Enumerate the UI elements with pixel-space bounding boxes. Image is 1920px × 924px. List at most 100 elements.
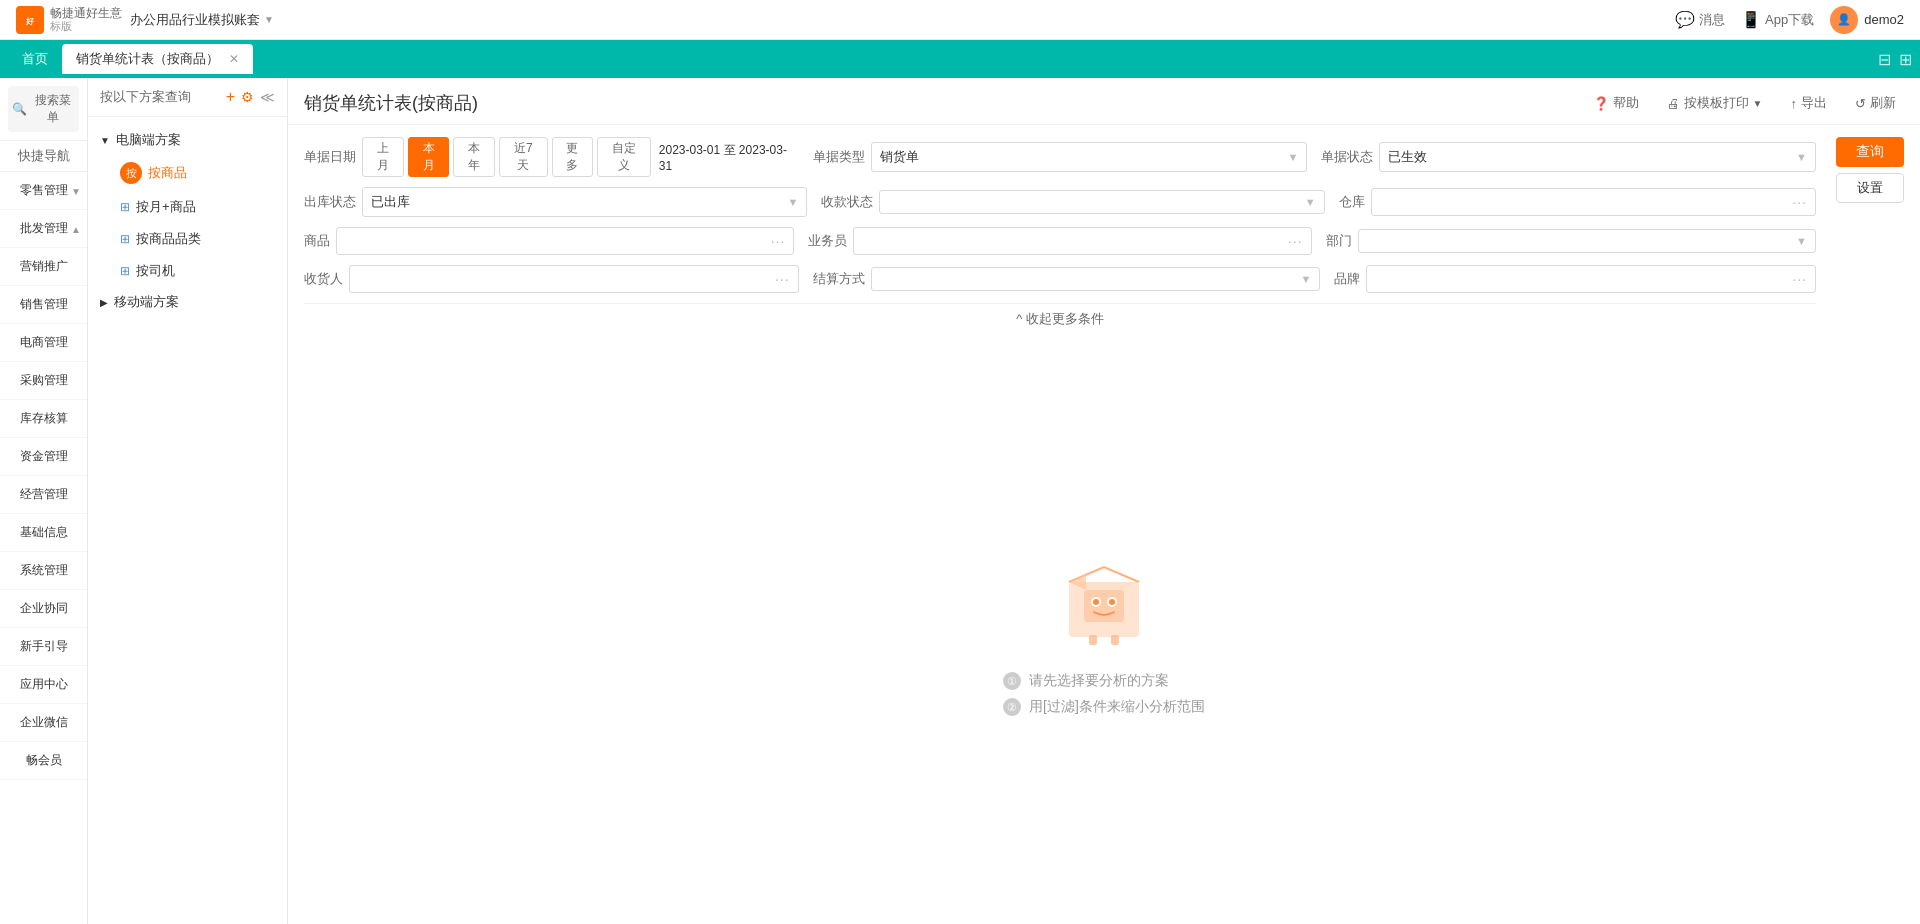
- sidebar-item-enterprise[interactable]: 企业协同: [0, 590, 87, 628]
- out-chevron-icon: ▼: [787, 196, 798, 208]
- add-scheme-button[interactable]: +: [226, 88, 235, 106]
- dept-label: 部门: [1326, 232, 1352, 250]
- empty-tips: ① 请先选择要分析的方案 ② 用[过滤]条件来缩小分析范围: [1003, 672, 1205, 724]
- tip-num-2: ②: [1003, 698, 1021, 716]
- filter-row-1: 单据日期 上月 本月 本年 近7天 更多 自定义 2023-03-01 至 20…: [304, 137, 1816, 177]
- chevron-down-icon: ▼: [100, 135, 110, 146]
- empty-tip-2: ② 用[过滤]条件来缩小分析范围: [1003, 698, 1205, 716]
- tab-bar: 首页 销货单统计表（按商品） ✕ ⊟ ⊞: [0, 40, 1920, 78]
- staff-label: 业务员: [808, 232, 847, 250]
- sidebar-item-sales[interactable]: 销售管理: [0, 286, 87, 324]
- filter-item-by-month-product[interactable]: ⊞ 按月+商品: [88, 191, 287, 223]
- sidebar-item-apps[interactable]: 应用中心: [0, 666, 87, 704]
- type-select[interactable]: 销货单 ▼: [871, 142, 1308, 172]
- btn-custom[interactable]: 自定义: [597, 137, 651, 177]
- status-select[interactable]: 已生效 ▼: [1379, 142, 1816, 172]
- tab-expand-icon[interactable]: ⊞: [1899, 50, 1912, 69]
- grid-icon: ⊞: [120, 200, 130, 214]
- receipt-status-select[interactable]: ▼: [879, 190, 1324, 214]
- help-button[interactable]: ❓ 帮助: [1585, 90, 1647, 116]
- sidebar-item-retail[interactable]: 零售管理 ▼: [0, 172, 87, 210]
- chevron-up-icon: ▲: [71, 223, 81, 234]
- filter-item-by-product[interactable]: 按 按商品: [88, 155, 287, 191]
- sidebar-item-ecommerce[interactable]: 电商管理: [0, 324, 87, 362]
- tab-minimize-icon[interactable]: ⊟: [1878, 50, 1891, 69]
- sidebar-item-wholesale[interactable]: 批发管理 ▲: [0, 210, 87, 248]
- sidebar-item-guide[interactable]: 新手引导: [0, 628, 87, 666]
- dept-select[interactable]: ▼: [1358, 229, 1816, 253]
- workspace-selector[interactable]: 办公用品行业模拟账套 ▼: [130, 11, 274, 29]
- filter-row-3: 商品 ··· 业务员 ··· 部门 ▼: [304, 227, 1816, 255]
- btn-this-year[interactable]: 本年: [453, 137, 495, 177]
- refresh-button[interactable]: ↺ 刷新: [1847, 90, 1904, 116]
- empty-illustration: [1044, 532, 1164, 652]
- svg-point-7: [1109, 599, 1115, 605]
- tab-home[interactable]: 首页: [8, 44, 62, 74]
- sidebar-item-system[interactable]: 系统管理: [0, 552, 87, 590]
- logo-icon: 好: [16, 6, 44, 34]
- filter-scheme-list: ▼ 电脑端方案 按 按商品 ⊞ 按月+商品 ⊞ 按商品品类 ⊞: [88, 117, 287, 325]
- top-header: 好 畅捷通好生意 标版 办公用品行业模拟账套 ▼ 💬 消息 📱 App下载 👤 …: [0, 0, 1920, 40]
- chevron-down-icon: ▼: [264, 14, 274, 25]
- goods-input[interactable]: ···: [336, 227, 794, 255]
- sidebar-item-purchase[interactable]: 采购管理: [0, 362, 87, 400]
- collapse-panel-button[interactable]: ≪: [260, 89, 275, 105]
- empty-tip-1: ① 请先选择要分析的方案: [1003, 672, 1205, 690]
- export-button[interactable]: ↑ 导出: [1783, 90, 1836, 116]
- print-template-button[interactable]: 🖨 按模板打印 ▼: [1659, 90, 1771, 116]
- filter-category-pc[interactable]: ▼ 电脑端方案: [88, 125, 287, 155]
- sidebar-item-wechat[interactable]: 企业微信: [0, 704, 87, 742]
- date-control: 上月 本月 本年 近7天 更多 自定义 2023-03-01 至 2023-03…: [362, 137, 799, 177]
- sidebar-item-operations[interactable]: 经营管理: [0, 476, 87, 514]
- filter-item-by-driver[interactable]: ⊞ 按司机: [88, 255, 287, 287]
- svg-point-6: [1093, 599, 1099, 605]
- app-download-action[interactable]: 📱 App下载: [1741, 10, 1814, 29]
- staff-dots-icon: ···: [1288, 233, 1303, 249]
- sidebar-item-basic[interactable]: 基础信息: [0, 514, 87, 552]
- refresh-icon: ↺: [1855, 96, 1866, 111]
- btn-this-month[interactable]: 本月: [408, 137, 450, 177]
- tab-close-icon[interactable]: ✕: [229, 52, 239, 66]
- edit-scheme-button[interactable]: ⚙: [241, 89, 254, 105]
- settings-button[interactable]: 设置: [1836, 173, 1904, 203]
- btn-last-month[interactable]: 上月: [362, 137, 404, 177]
- filter-item-by-category[interactable]: ⊞ 按商品品类: [88, 223, 287, 255]
- staff-input[interactable]: ···: [853, 227, 1311, 255]
- query-button[interactable]: 查询: [1836, 137, 1904, 167]
- btn-last-7days[interactable]: 近7天: [499, 137, 547, 177]
- collapse-conditions-btn[interactable]: ^ 收起更多条件: [304, 303, 1816, 332]
- out-status-select[interactable]: 已出库 ▼: [362, 187, 807, 217]
- sidebar-item-marketing[interactable]: 营销推广: [0, 248, 87, 286]
- active-scheme-indicator: 按: [120, 162, 142, 184]
- right-action-buttons: 查询 设置: [1836, 137, 1904, 332]
- sidebar-item-member[interactable]: 畅会员: [0, 742, 87, 780]
- brand-input[interactable]: ···: [1366, 265, 1816, 293]
- goods-dots-icon: ···: [771, 233, 786, 249]
- date-range-display: 2023-03-01 至 2023-03-31: [659, 142, 799, 173]
- filter-category-mobile[interactable]: ▶ 移动端方案: [88, 287, 287, 317]
- grid-icon2: ⊞: [120, 232, 130, 246]
- filter-row-4: 收货人 ··· 结算方式 ▼ 品牌 ···: [304, 265, 1816, 293]
- message-action[interactable]: 💬 消息: [1675, 10, 1725, 29]
- header-right: 💬 消息 📱 App下载 👤 demo2: [1675, 6, 1904, 34]
- sidebar: 🔍 搜索菜单 快捷导航 零售管理 ▼ 批发管理 ▲ 营销推广 销售管理 电商管理…: [0, 78, 88, 924]
- user-area[interactable]: 👤 demo2: [1830, 6, 1904, 34]
- filter-fields: 单据日期 上月 本月 本年 近7天 更多 自定义 2023-03-01 至 20…: [304, 137, 1816, 332]
- message-icon: 💬: [1675, 10, 1695, 29]
- receipt-status-label: 收款状态: [821, 193, 873, 211]
- tip-num-1: ①: [1003, 672, 1021, 690]
- search-menu-button[interactable]: 🔍 搜索菜单: [8, 86, 79, 132]
- filter-form-area: 单据日期 上月 本月 本年 近7天 更多 自定义 2023-03-01 至 20…: [288, 125, 1920, 332]
- receiver-input[interactable]: ···: [349, 265, 799, 293]
- pay-type-select[interactable]: ▼: [871, 267, 1321, 291]
- page-title: 销货单统计表(按商品): [304, 91, 478, 115]
- sidebar-quick-nav[interactable]: 快捷导航: [0, 141, 87, 172]
- logo-text: 畅捷通好生意 标版: [50, 6, 122, 34]
- receipt-chevron-icon: ▼: [1305, 196, 1316, 208]
- sidebar-item-inventory[interactable]: 库存核算: [0, 400, 87, 438]
- btn-more[interactable]: 更多: [552, 137, 594, 177]
- tab-active[interactable]: 销货单统计表（按商品） ✕: [62, 44, 253, 74]
- sidebar-item-finance[interactable]: 资金管理: [0, 438, 87, 476]
- warehouse-input[interactable]: ···: [1371, 188, 1816, 216]
- tab-bar-actions: ⊟ ⊞: [1878, 50, 1912, 69]
